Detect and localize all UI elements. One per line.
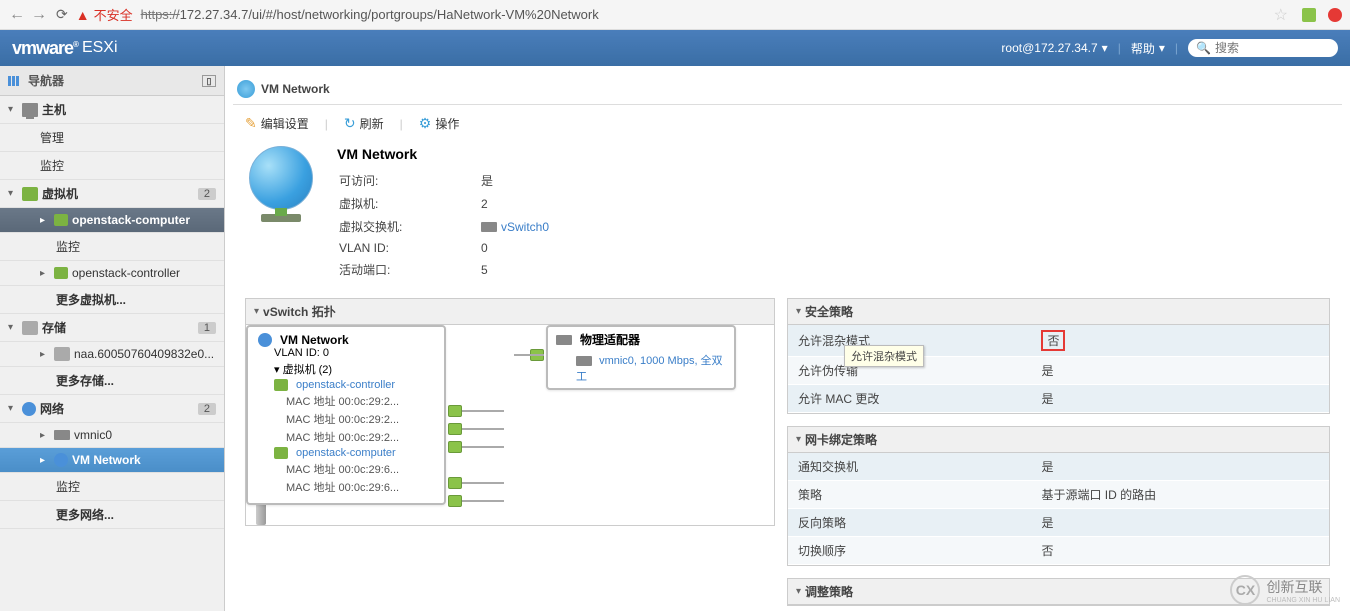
sidebar-item-vm-compute-monitor[interactable]: 监控 [0, 233, 224, 261]
summary-section: VM Network 可访问:是 虚拟机:2 虚拟交换机:vSwitch0 VL… [233, 142, 1342, 298]
pencil-icon: ✎ [245, 115, 257, 132]
sidebar-item-network-monitor[interactable]: 监控 [0, 473, 224, 501]
sidebar-item-more-vms[interactable]: 更多虚拟机... [0, 286, 224, 314]
port-connector [448, 405, 462, 417]
nic-icon [54, 430, 70, 440]
chevron-down-icon: ▾ [796, 434, 801, 445]
teaming-header[interactable]: ▾ 网卡绑定策略 [788, 427, 1329, 453]
forward-button[interactable]: → [30, 6, 48, 24]
sidebar-item-vm-controller[interactable]: ▸ openstack-controller [0, 261, 224, 286]
topology-portgroup-box: VM Network VLAN ID: 0 ▾ 虚拟机 (2) openstac… [246, 325, 446, 505]
vswitch-icon [481, 222, 497, 232]
insecure-icon: ▲ [76, 7, 90, 23]
address-bar[interactable]: https://172.27.34.7/ui/#/host/networking… [141, 7, 599, 22]
watermark-logo: CX [1230, 575, 1260, 605]
nic-icon [556, 335, 572, 345]
user-menu[interactable]: root@172.27.34.7▾ [1001, 41, 1107, 55]
topology-vm-link[interactable]: openstack-computer [258, 447, 434, 459]
page-title: VM Network [233, 74, 1342, 105]
extension-icon-2[interactable] [1328, 8, 1342, 22]
search-icon: 🔍 [1196, 41, 1211, 55]
search-box[interactable]: 🔍 [1188, 39, 1338, 57]
sidebar-item-host[interactable]: ▾ 主机 [0, 96, 224, 124]
chevron-down-icon: ▾ [254, 306, 259, 317]
bookmark-icon[interactable]: ☆ [1274, 5, 1288, 25]
content-area: VM Network ✎ 编辑设置 | ↻ 刷新 | ⚙ 操作 [225, 66, 1350, 611]
chevron-down-icon: ▾ [796, 306, 801, 317]
vm-group-icon [22, 187, 38, 201]
port-connector [448, 423, 462, 435]
refresh-button[interactable]: ↻ 刷新 [344, 115, 384, 132]
storage-icon [22, 321, 38, 335]
sidebar-item-vm-compute[interactable]: ▸ openstack-computer [0, 208, 224, 233]
portgroup-large-icon [245, 146, 317, 218]
portgroup-title-icon [237, 80, 255, 98]
vm-icon [274, 447, 288, 459]
network-icon [22, 402, 36, 416]
topology-adapter-box: 物理适配器 vmnic0, 1000 Mbps, 全双工 [546, 325, 736, 390]
actions-button[interactable]: ⚙ 操作 [419, 115, 460, 132]
toolbar: ✎ 编辑设置 | ↻ 刷新 | ⚙ 操作 [233, 105, 1342, 142]
table-row: 切换顺序否 [788, 537, 1329, 565]
sidebar-item-vmnic0[interactable]: ▸ vmnic0 [0, 423, 224, 448]
extension-icon[interactable] [1302, 8, 1316, 22]
sidebar-item-more-network[interactable]: 更多网络... [0, 501, 224, 529]
navigator-title: 导航器 ▯ [0, 66, 224, 96]
reload-button[interactable]: ⟳ [56, 6, 68, 23]
collapse-icon[interactable]: ▯ [202, 75, 216, 87]
table-row: 策略基于源端口 ID 的路由 [788, 481, 1329, 509]
portgroup-icon [258, 333, 272, 347]
sidebar-item-more-storage[interactable]: 更多存储... [0, 367, 224, 395]
chevron-down-icon: ▾ [796, 586, 801, 597]
vm-icon [274, 379, 288, 391]
summary-name: VM Network [337, 146, 561, 162]
refresh-icon: ↻ [344, 115, 356, 132]
security-header[interactable]: ▾ 安全策略 [788, 299, 1329, 325]
edit-settings-button[interactable]: ✎ 编辑设置 [245, 115, 309, 132]
help-menu[interactable]: 帮助▾ [1131, 40, 1165, 57]
sidebar-item-vms[interactable]: ▾ 虚拟机 2 [0, 180, 224, 208]
insecure-label: 不安全 [94, 5, 133, 24]
table-row: 反向策略是 [788, 509, 1329, 537]
sidebar-item-network[interactable]: ▾ 网络 2 [0, 395, 224, 423]
sidebar-item-vmnetwork[interactable]: ▸ VM Network [0, 448, 224, 473]
topology-vm-link[interactable]: openstack-controller [258, 379, 434, 391]
table-row: 允许 MAC 更改是 [788, 385, 1329, 413]
gear-icon: ⚙ [419, 115, 432, 132]
port-connector [448, 477, 462, 489]
host-icon [22, 103, 38, 117]
table-row: 通知交换机是 [788, 453, 1329, 481]
sidebar-item-manage[interactable]: 管理 [0, 124, 224, 152]
portgroup-icon [54, 453, 68, 467]
adapter-link[interactable]: vmnic0, 1000 Mbps, 全双工 [556, 348, 726, 384]
topology-panel: ▾ vSwitch 拓扑 VM Network VLAN ID: 0 ▾ 虚拟机… [245, 298, 775, 526]
back-button[interactable]: ← [8, 6, 26, 24]
navigator-sidebar: 导航器 ▯ ▾ 主机 管理 监控 ▾ 虚拟机 2 ▸ openstack-com… [0, 66, 225, 611]
vswitch-link[interactable]: vSwitch0 [501, 220, 549, 234]
teaming-policy-panel: ▾ 网卡绑定策略 通知交换机是 策略基于源端口 ID 的路由 反向策略是 切换顺… [787, 426, 1330, 566]
datastore-icon [54, 347, 70, 361]
product-name: ESXi [82, 39, 118, 57]
vm-icon [54, 267, 68, 279]
port-connector [448, 441, 462, 453]
navigator-icon [8, 76, 22, 86]
port-connector [448, 495, 462, 507]
watermark: CX 创新互联 CHUANG XIN HU LIAN [1230, 575, 1340, 605]
tooltip: 允许混杂模式 [844, 345, 924, 367]
vm-icon [54, 214, 68, 226]
topology-header[interactable]: ▾ vSwitch 拓扑 [246, 299, 774, 325]
search-input[interactable] [1215, 41, 1325, 55]
sidebar-item-storage[interactable]: ▾ 存储 1 [0, 314, 224, 342]
security-policy-panel: ▾ 安全策略 允许混杂模式否 允许伪传输是 允许 MAC 更改是 允许混杂模式 [787, 298, 1330, 414]
browser-toolbar: ← → ⟳ ▲ 不安全 https://172.27.34.7/ui/#/hos… [0, 0, 1350, 30]
sidebar-item-datastore[interactable]: ▸ naa.60050760409832e0... [0, 342, 224, 367]
app-header: vmware® ESXi root@172.27.34.7▾ | 帮助▾ | 🔍 [0, 30, 1350, 66]
sidebar-item-monitor[interactable]: 监控 [0, 152, 224, 180]
nic-icon [576, 356, 592, 366]
vmware-logo: vmware® [12, 38, 78, 59]
promiscuous-value-highlight: 否 [1041, 330, 1065, 351]
